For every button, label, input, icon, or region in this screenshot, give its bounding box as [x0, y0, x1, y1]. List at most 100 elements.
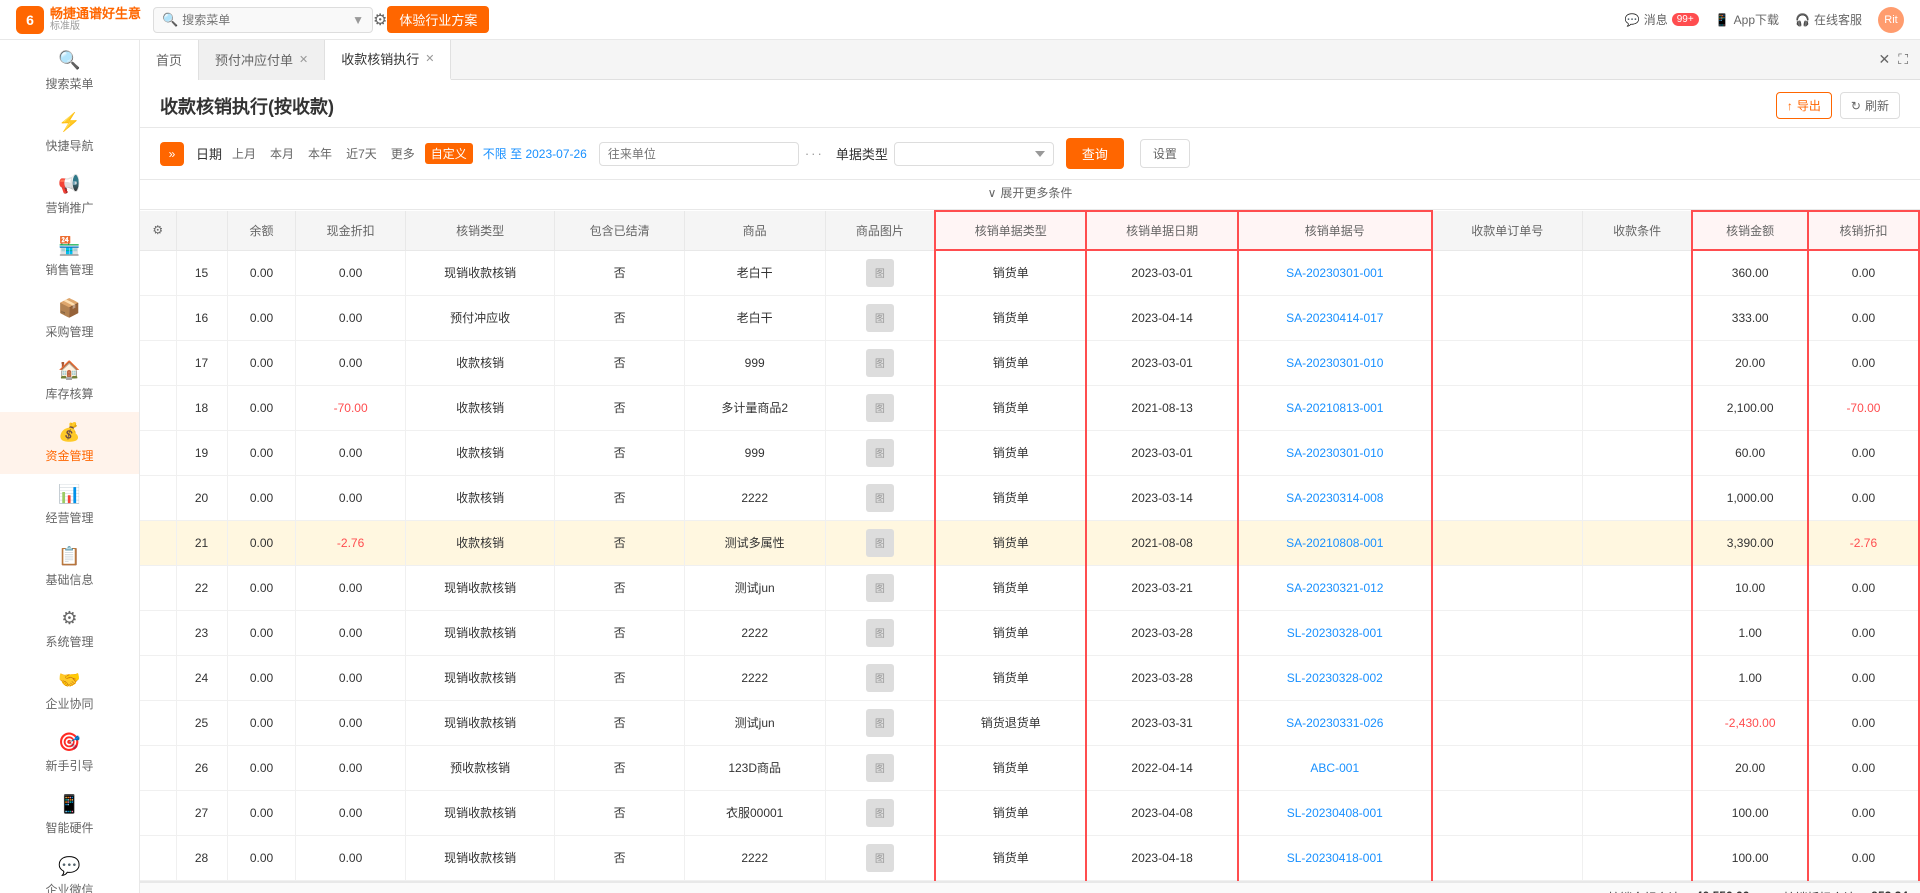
- row-product: 2222: [684, 835, 825, 880]
- date-btn-last-month[interactable]: 上月: [228, 143, 260, 164]
- sidebar-item-search[interactable]: 🔍搜索菜单: [0, 40, 139, 102]
- row-gear[interactable]: [140, 475, 176, 520]
- row-balance: 0.00: [227, 520, 296, 565]
- sidebar-item-sales[interactable]: 🏪销售管理: [0, 226, 139, 288]
- row-bill-no[interactable]: SA-20230301-010: [1238, 430, 1432, 475]
- tab-collection-close[interactable]: ✕: [425, 52, 434, 65]
- settings-button[interactable]: 设置: [1140, 139, 1190, 168]
- col-receipt-order: 收款单订单号: [1432, 211, 1582, 250]
- row-gear[interactable]: [140, 790, 176, 835]
- online-service-btn[interactable]: 🎧 在线客服: [1795, 11, 1862, 28]
- page-content: 收款核销执行(按收款) ↑ 导出 ↻ 刷新 » 日期: [140, 80, 1920, 893]
- date-btn-custom[interactable]: 自定义: [425, 143, 473, 164]
- sidebar-item-corp-collab[interactable]: 🤝企业协同: [0, 660, 139, 722]
- row-bill-no[interactable]: SA-20230301-010: [1238, 340, 1432, 385]
- row-gear[interactable]: [140, 745, 176, 790]
- user-avatar[interactable]: Rit: [1878, 7, 1904, 33]
- row-num: 18: [176, 385, 227, 430]
- filter-expand-button[interactable]: »: [160, 142, 184, 166]
- row-bill-no[interactable]: SA-20230314-008: [1238, 475, 1432, 520]
- row-gear[interactable]: [140, 430, 176, 475]
- date-btn-7days[interactable]: 近7天: [342, 143, 381, 164]
- row-bill-no[interactable]: SA-20210813-001: [1238, 385, 1432, 430]
- date-range: 不限 至 2023-07-26: [483, 145, 587, 162]
- refresh-button[interactable]: ↻ 刷新: [1840, 92, 1900, 119]
- row-gear[interactable]: [140, 340, 176, 385]
- row-num: 19: [176, 430, 227, 475]
- sidebar-item-purchase[interactable]: 📦采购管理: [0, 288, 139, 350]
- counterparty-input[interactable]: [599, 142, 799, 166]
- row-bill-date: 2023-04-14: [1086, 295, 1237, 340]
- row-cash-discount: 0.00: [296, 835, 405, 880]
- row-bill-no[interactable]: SA-20230301-001: [1238, 250, 1432, 295]
- query-button[interactable]: 查询: [1066, 138, 1124, 169]
- row-writeoff-amount: 3,390.00: [1692, 520, 1808, 565]
- sidebar-label-corp-collab: 企业协同: [45, 695, 93, 712]
- row-bill-date: 2023-03-14: [1086, 475, 1237, 520]
- app-download-btn[interactable]: 📱 App下载: [1715, 11, 1779, 28]
- gear-button[interactable]: ⚙: [373, 10, 387, 30]
- filter-doctype-group: 单据类型: [836, 142, 1054, 166]
- footer-discount-value: 952.24: [1871, 889, 1908, 893]
- row-writeoff-type: 现销收款核销: [405, 565, 555, 610]
- doctype-select[interactable]: [894, 142, 1054, 166]
- row-bill-no[interactable]: SL-20230328-001: [1238, 610, 1432, 655]
- row-gear[interactable]: [140, 295, 176, 340]
- sidebar-item-basic-info[interactable]: 📋基础信息: [0, 536, 139, 598]
- app-download-label: App下载: [1734, 11, 1779, 28]
- tab-expand-btn[interactable]: ⛶: [1898, 51, 1908, 68]
- row-bill-no[interactable]: ABC-001: [1238, 745, 1432, 790]
- messages-btn[interactable]: 💬 消息 99+: [1625, 11, 1699, 28]
- row-gear[interactable]: [140, 250, 176, 295]
- sidebar-item-finance[interactable]: 💰资金管理: [0, 412, 139, 474]
- search-box[interactable]: 🔍 ▼: [153, 7, 373, 33]
- sidebar-icon-inventory: 🏠: [58, 360, 80, 381]
- industry-btn[interactable]: 体验行业方案: [387, 6, 489, 33]
- col-gear[interactable]: ⚙: [140, 211, 176, 250]
- sidebar-item-operations[interactable]: 📊经营管理: [0, 474, 139, 536]
- row-bill-no[interactable]: SA-20230331-026: [1238, 700, 1432, 745]
- row-bill-type: 销货单: [935, 340, 1086, 385]
- row-bill-no[interactable]: SL-20230418-001: [1238, 835, 1432, 880]
- tab-close-btn[interactable]: ✕: [1878, 51, 1890, 68]
- row-bill-no[interactable]: SA-20230321-012: [1238, 565, 1432, 610]
- row-receipt-condition: [1582, 745, 1692, 790]
- row-bill-no[interactable]: SL-20230328-002: [1238, 655, 1432, 700]
- sidebar-item-system[interactable]: ⚙系统管理: [0, 598, 139, 660]
- tab-prepay[interactable]: 预付冲应付单 ✕: [199, 40, 325, 80]
- row-bill-no[interactable]: SA-20210808-001: [1238, 520, 1432, 565]
- col-product: 商品: [684, 211, 825, 250]
- sidebar-item-inventory[interactable]: 🏠库存核算: [0, 350, 139, 412]
- date-btn-this-month[interactable]: 本月: [266, 143, 298, 164]
- row-writeoff-discount: 0.00: [1808, 655, 1919, 700]
- row-gear[interactable]: [140, 835, 176, 880]
- row-gear[interactable]: [140, 385, 176, 430]
- expand-down-icon: ∨: [988, 186, 997, 200]
- tab-home[interactable]: 首页: [140, 40, 199, 80]
- tab-prepay-close[interactable]: ✕: [299, 53, 308, 66]
- tab-collection[interactable]: 收款核销执行 ✕: [325, 40, 451, 80]
- sidebar-item-newcomer[interactable]: 🎯新手引导: [0, 722, 139, 784]
- sidebar-item-quick-nav[interactable]: ⚡快捷导航: [0, 102, 139, 164]
- export-button[interactable]: ↑ 导出: [1776, 92, 1832, 119]
- search-input[interactable]: [182, 13, 342, 27]
- row-bill-date: 2023-03-01: [1086, 430, 1237, 475]
- row-num: 21: [176, 520, 227, 565]
- search-area: 🔍 ▼ ⚙ 体验行业方案: [153, 6, 1613, 33]
- date-btn-this-year[interactable]: 本年: [304, 143, 336, 164]
- sidebar-item-corp-wechat[interactable]: 💬企业微信: [0, 846, 139, 893]
- date-btn-more[interactable]: 更多: [387, 143, 419, 164]
- row-gear[interactable]: [140, 520, 176, 565]
- row-product: 测试jun: [684, 700, 825, 745]
- row-gear[interactable]: [140, 610, 176, 655]
- row-gear[interactable]: [140, 700, 176, 745]
- row-gear[interactable]: [140, 565, 176, 610]
- sidebar-item-smart-hw[interactable]: 📱智能硬件: [0, 784, 139, 846]
- sidebar-item-marketing[interactable]: 📢营销推广: [0, 164, 139, 226]
- row-balance: 0.00: [227, 835, 296, 880]
- row-gear[interactable]: [140, 655, 176, 700]
- row-bill-no[interactable]: SA-20230414-017: [1238, 295, 1432, 340]
- expand-more-button[interactable]: ∨ 展开更多条件: [988, 184, 1073, 201]
- row-writeoff-type: 收款核销: [405, 475, 555, 520]
- row-bill-no[interactable]: SL-20230408-001: [1238, 790, 1432, 835]
